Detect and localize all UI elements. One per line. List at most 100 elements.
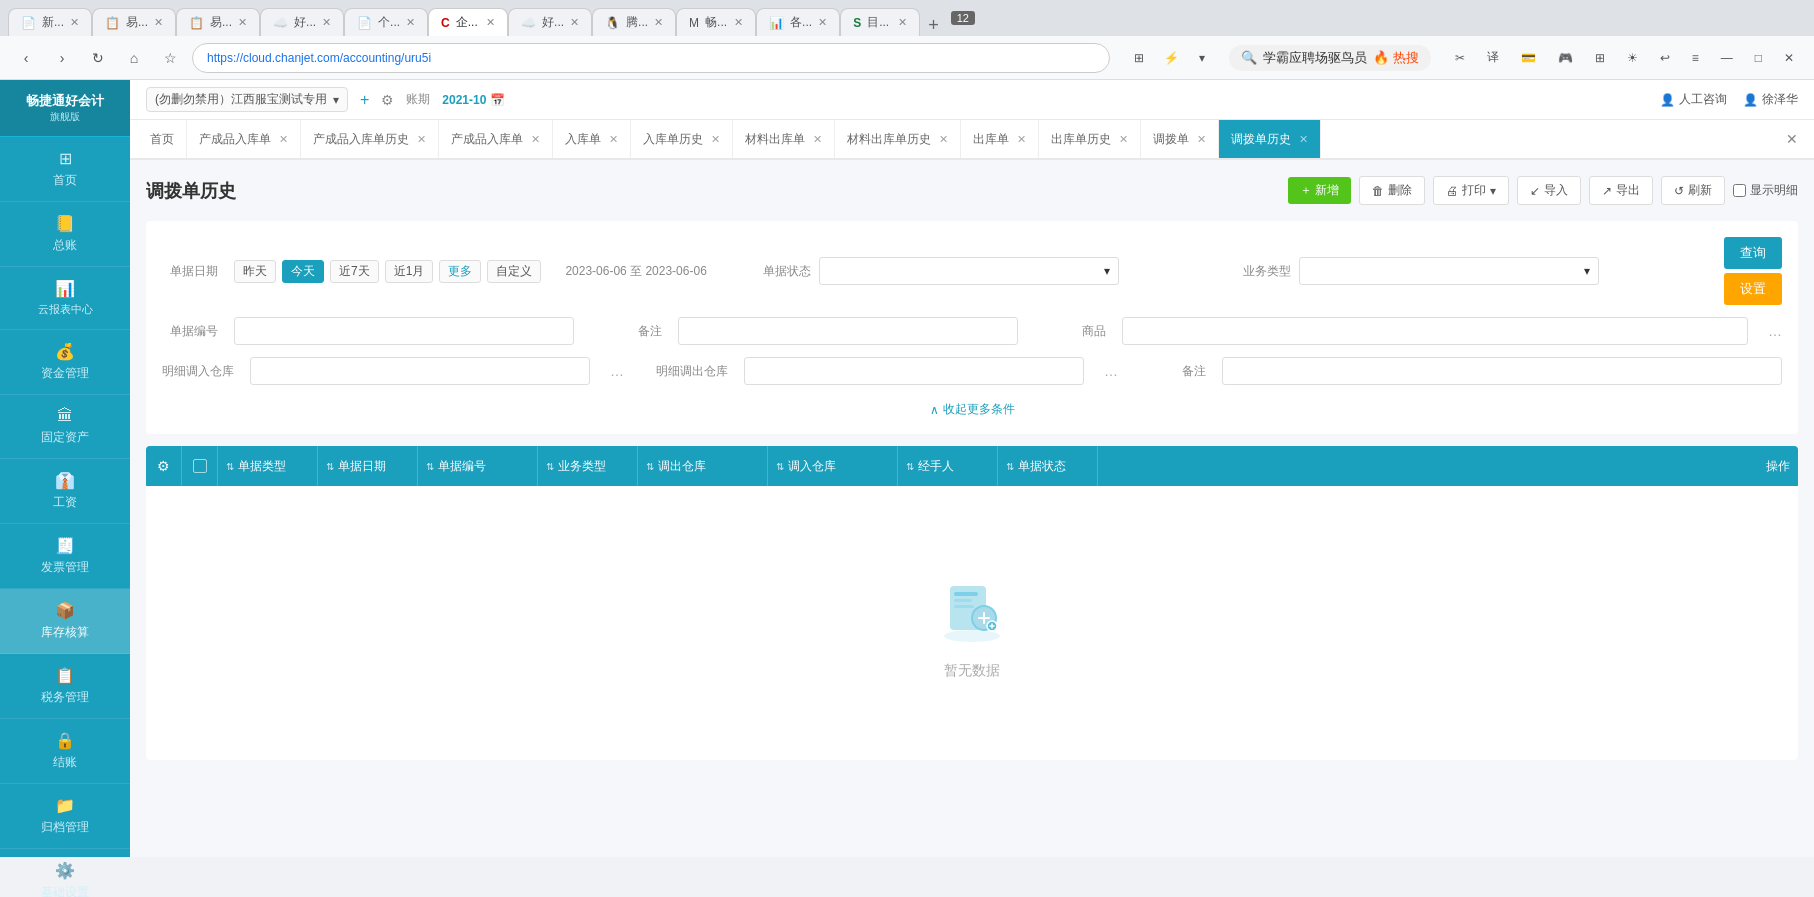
app-tab-products-in2-close[interactable]: ✕ — [531, 133, 540, 146]
undo-icon[interactable]: ↩ — [1652, 47, 1678, 69]
query-button[interactable]: 查询 — [1724, 237, 1782, 269]
refresh-button[interactable]: ↻ — [84, 44, 112, 72]
date-btn-custom[interactable]: 自定义 — [487, 260, 541, 283]
app-tab-stock-out-close[interactable]: ✕ — [1017, 133, 1026, 146]
app-tab-products-in2[interactable]: 产成品入库单 ✕ — [439, 120, 553, 158]
new-button[interactable]: ＋ 新增 — [1288, 177, 1351, 204]
period-value[interactable]: 2021-10 📅 — [442, 93, 505, 107]
app-tab-stock-in-history-close[interactable]: ✕ — [711, 133, 720, 146]
close-window-icon[interactable]: ✕ — [1776, 47, 1802, 69]
dropdown-nav[interactable]: ▾ — [1191, 47, 1213, 69]
delete-button[interactable]: 🗑 删除 — [1359, 176, 1425, 205]
th-status[interactable]: ⇅ 单据状态 — [998, 446, 1098, 486]
sidebar-item-reports[interactable]: 📊 云报表中心 — [0, 267, 130, 330]
sidebar-item-finance[interactable]: 💰 资金管理 — [0, 330, 130, 395]
refresh-button[interactable]: ↺ 刷新 — [1661, 176, 1725, 205]
app-tab-stock-in-close[interactable]: ✕ — [609, 133, 618, 146]
tab-close[interactable]: ✕ — [570, 16, 579, 29]
browser-tab-4[interactable]: ☁️ 好... ✕ — [260, 8, 344, 36]
th-person[interactable]: ⇅ 经手人 — [898, 446, 998, 486]
menu-icon[interactable]: ≡ — [1684, 47, 1707, 69]
tab-close[interactable]: ✕ — [818, 16, 827, 29]
extensions-icon[interactable]: ⊞ — [1126, 47, 1152, 69]
game-icon[interactable]: 🎮 — [1550, 47, 1581, 69]
new-tab-button[interactable]: + — [920, 15, 947, 36]
tab-close[interactable]: ✕ — [898, 16, 907, 29]
app-tab-stock-out[interactable]: 出库单 ✕ — [961, 120, 1039, 158]
sidebar-item-inventory[interactable]: 📦 库存核算 — [0, 589, 130, 654]
th-gear[interactable]: ⚙ — [146, 446, 182, 486]
filter-goods-input[interactable] — [1122, 317, 1748, 345]
th-to[interactable]: ⇅ 调入仓库 — [768, 446, 898, 486]
app-tab-material-out-history-close[interactable]: ✕ — [939, 133, 948, 146]
browser-tab-2[interactable]: 📋 易... ✕ — [92, 8, 176, 36]
app-tab-transfer-history-close[interactable]: ✕ — [1299, 133, 1308, 146]
scissors-icon[interactable]: ✂ — [1447, 47, 1473, 69]
user-info[interactable]: 👤 徐泽华 — [1743, 91, 1798, 108]
date-btn-yesterday[interactable]: 昨天 — [234, 260, 276, 283]
back-button[interactable]: ‹ — [12, 44, 40, 72]
browser-tab-6[interactable]: C 企... ✕ — [428, 8, 508, 36]
th-date[interactable]: ⇅ 单据日期 — [318, 446, 418, 486]
tab-close[interactable]: ✕ — [70, 16, 79, 29]
th-from[interactable]: ⇅ 调出仓库 — [638, 446, 768, 486]
sidebar-item-invoice[interactable]: 🧾 发票管理 — [0, 524, 130, 589]
settings-button[interactable]: 设置 — [1724, 273, 1782, 305]
tab-close[interactable]: ✕ — [238, 16, 247, 29]
filter-warehouse-out-dots[interactable]: … — [1104, 363, 1118, 379]
print-button[interactable]: 🖨 打印 ▾ — [1433, 176, 1509, 205]
tab-close[interactable]: ✕ — [154, 16, 163, 29]
sidebar-item-assets[interactable]: 🏛 固定资产 — [0, 395, 130, 459]
browser-tab-9[interactable]: M 畅... ✕ — [676, 8, 756, 36]
address-input[interactable] — [192, 43, 1110, 73]
filter-number-input[interactable] — [234, 317, 574, 345]
browser-tab-11[interactable]: S 目... ✕ — [840, 8, 920, 36]
app-tab-stock-in-history[interactable]: 入库单历史 ✕ — [631, 120, 733, 158]
minimize-icon[interactable]: — — [1713, 47, 1741, 69]
filter-warehouse-in-dots[interactable]: … — [610, 363, 624, 379]
browser-tab-8[interactable]: 🐧 腾... ✕ — [592, 8, 676, 36]
forward-button[interactable]: › — [48, 44, 76, 72]
sidebar-item-home[interactable]: ⊞ 首页 — [0, 137, 130, 202]
bookmark-button[interactable]: ☆ — [156, 44, 184, 72]
filter-note2-input[interactable] — [1222, 357, 1782, 385]
app-tab-stock-out-history-close[interactable]: ✕ — [1119, 133, 1128, 146]
tab-close[interactable]: ✕ — [486, 16, 495, 29]
sidebar-item-archive[interactable]: 📁 归档管理 — [0, 784, 130, 849]
header-checkbox[interactable] — [193, 459, 207, 473]
sidebar-item-ledger[interactable]: 📒 总账 — [0, 202, 130, 267]
close-all-tabs-button[interactable]: ✕ — [1778, 131, 1806, 147]
app-tab-stock-in[interactable]: 入库单 ✕ — [553, 120, 631, 158]
brightness-icon[interactable]: ☀ — [1619, 47, 1646, 69]
app-tab-products-in[interactable]: 产成品入库单 ✕ — [187, 120, 301, 158]
browser-tab-10[interactable]: 📊 各... ✕ — [756, 8, 840, 36]
browser-tab-1[interactable]: 📄 新... ✕ — [8, 8, 92, 36]
company-selector[interactable]: (勿删勿禁用）江西服宝测试专用 ▾ — [146, 87, 348, 112]
date-btn-7days[interactable]: 近7天 — [330, 260, 379, 283]
maximize-icon[interactable]: □ — [1747, 47, 1770, 69]
gear-icon[interactable]: ⚙ — [157, 458, 170, 474]
consultant-btn[interactable]: 👤 人工咨询 — [1660, 91, 1727, 108]
collapse-button[interactable]: ∧ 收起更多条件 — [930, 401, 1015, 418]
browser-tab-3[interactable]: 📋 易... ✕ — [176, 8, 260, 36]
app-tab-products-in-history-close[interactable]: ✕ — [417, 133, 426, 146]
app-tab-stock-out-history[interactable]: 出库单历史 ✕ — [1039, 120, 1141, 158]
browser-tab-7[interactable]: ☁️ 好... ✕ — [508, 8, 592, 36]
app-tab-products-in-close[interactable]: ✕ — [279, 133, 288, 146]
th-type[interactable]: ⇅ 单据类型 — [218, 446, 318, 486]
app-tab-material-out[interactable]: 材料出库单 ✕ — [733, 120, 835, 158]
filter-warehouse-out-input[interactable] — [744, 357, 1084, 385]
tab-close[interactable]: ✕ — [406, 16, 415, 29]
filter-goods-dots[interactable]: … — [1768, 323, 1782, 339]
filter-note-input[interactable] — [678, 317, 1018, 345]
import-button[interactable]: ↙ 导入 — [1517, 176, 1581, 205]
sidebar-item-tax[interactable]: 📋 税务管理 — [0, 654, 130, 719]
app-tab-transfer-close[interactable]: ✕ — [1197, 133, 1206, 146]
date-btn-today[interactable]: 今天 — [282, 260, 324, 283]
tab-close[interactable]: ✕ — [654, 16, 663, 29]
app-tab-material-out-close[interactable]: ✕ — [813, 133, 822, 146]
wallet-icon[interactable]: 💳 — [1513, 47, 1544, 69]
app-tab-home[interactable]: 首页 — [138, 120, 187, 158]
tab-close[interactable]: ✕ — [322, 16, 331, 29]
filter-biz-select[interactable]: ▾ — [1299, 257, 1599, 285]
